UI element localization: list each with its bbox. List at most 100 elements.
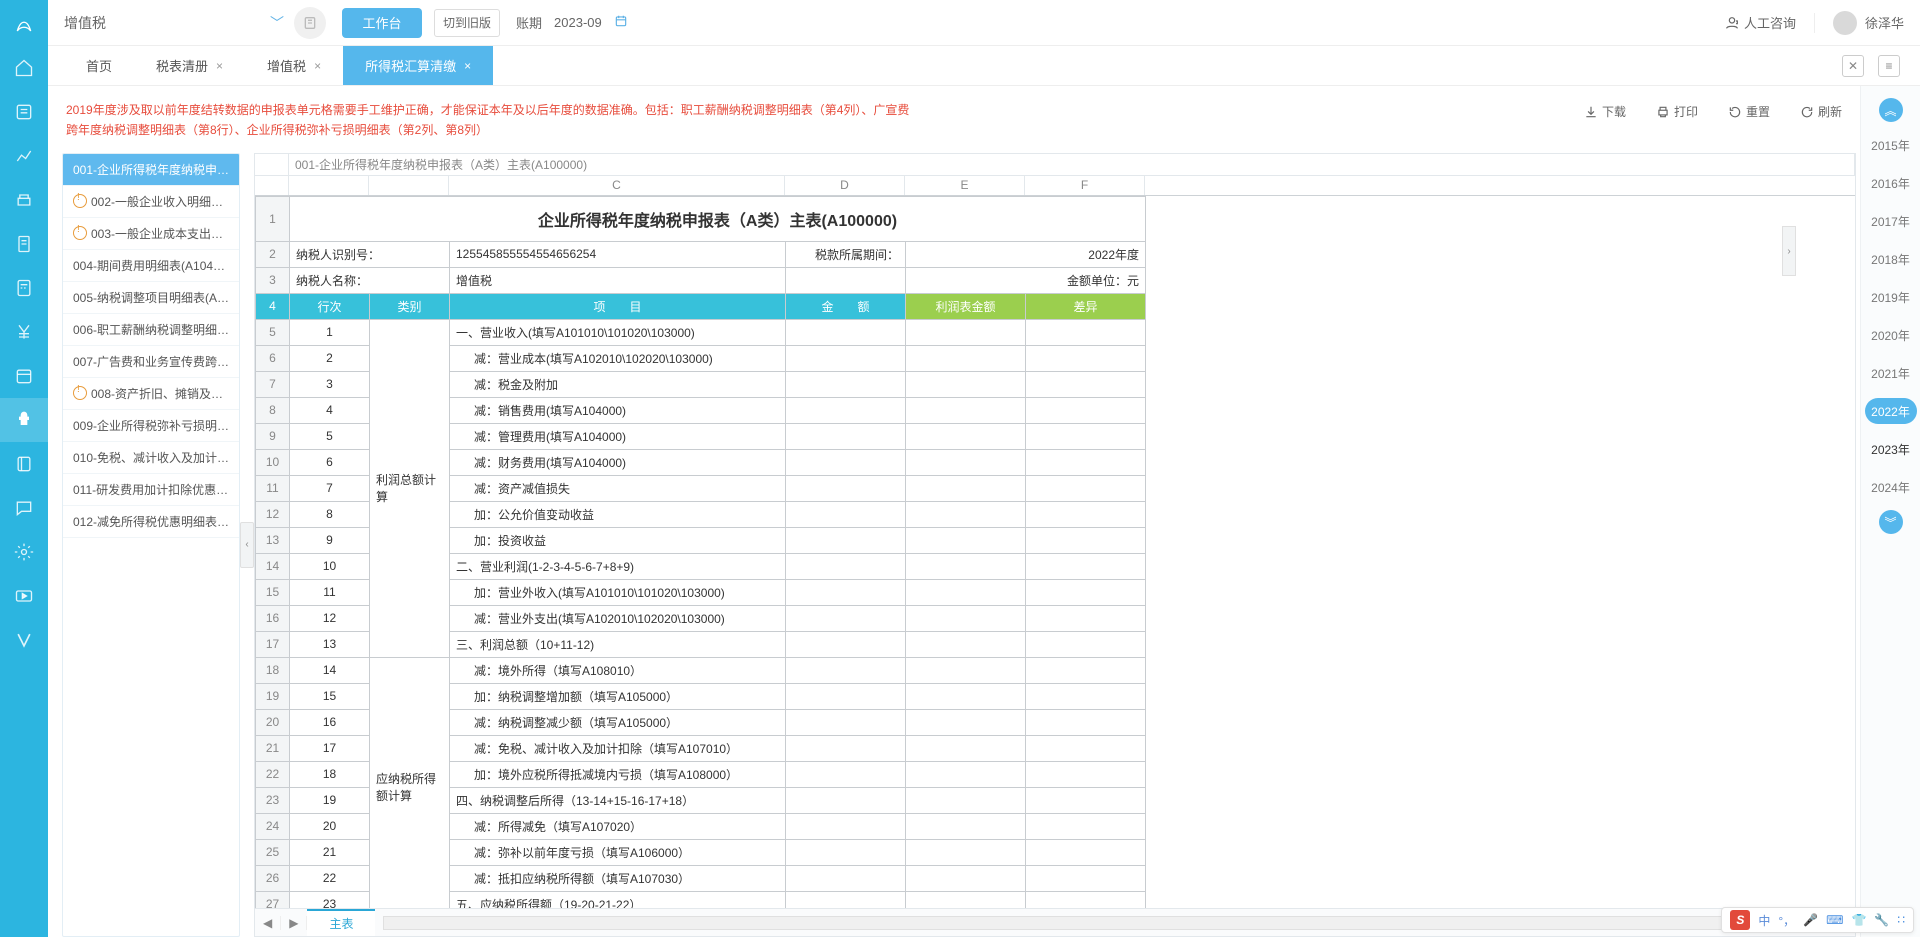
row-number: 16 (256, 605, 290, 631)
tree-item[interactable]: 003-一般企业成本支出明细… (63, 218, 239, 250)
row-number: 14 (256, 553, 290, 579)
nav-v-icon[interactable] (0, 618, 48, 662)
nav-message-icon[interactable] (0, 486, 48, 530)
user-name: 徐泽华 (1865, 13, 1904, 32)
sheet-nav-prev[interactable]: ◀ (255, 916, 281, 930)
year-2017年[interactable]: 2017年 (1861, 202, 1920, 240)
year-2024年[interactable]: 2024年 (1861, 468, 1920, 506)
tree-item[interactable]: 004-期间费用明细表(A1040… (63, 250, 239, 282)
calendar-icon[interactable] (614, 14, 628, 31)
ime-punct-icon[interactable]: °， (1778, 912, 1795, 929)
download-button[interactable]: 下载 (1584, 102, 1626, 122)
close-icon[interactable]: ✕ (1842, 55, 1864, 77)
warning-banner: 2019年度涉及取以前年度结转数据的申报表单元格需要手工维护正确，才能保证本年及… (48, 86, 1860, 141)
ime-logo-icon[interactable]: S (1730, 910, 1750, 930)
year-2023年[interactable]: 2023年 (1861, 430, 1920, 468)
ime-skin-icon[interactable]: 👕 (1851, 913, 1866, 927)
tree-item[interactable]: 011-研发费用加计扣除优惠… (63, 474, 239, 506)
row-number: 21 (256, 735, 290, 761)
ime-menu-icon[interactable]: ∷ (1897, 913, 1905, 927)
year-2018年[interactable]: 2018年 (1861, 240, 1920, 278)
tree-item[interactable]: 001-企业所得税年度纳税申… (63, 154, 239, 186)
sheet-footer: ◀ ▶ 主表 (255, 908, 1855, 936)
tree-item[interactable]: 008-资产折旧、摊销及纳税… (63, 378, 239, 410)
nav-money-icon[interactable] (0, 178, 48, 222)
nav-doc-icon[interactable] (0, 222, 48, 266)
book-icon[interactable] (294, 7, 326, 39)
year-2016年[interactable]: 2016年 (1861, 164, 1920, 202)
year-up-icon[interactable]: ︽ (1879, 98, 1903, 122)
row-number: 12 (256, 501, 290, 527)
nav-home-icon[interactable] (0, 46, 48, 90)
tab-所得税汇算清缴[interactable]: 所得税汇算清缴× (343, 46, 493, 85)
switch-old-button[interactable]: 切到旧版 (434, 9, 500, 37)
ime-mic-icon[interactable]: 🎤 (1803, 913, 1818, 927)
year-2019年[interactable]: 2019年 (1861, 278, 1920, 316)
sheet-nav-next[interactable]: ▶ (281, 916, 307, 930)
year-2021年[interactable]: 2021年 (1861, 354, 1920, 392)
year-2020年[interactable]: 2020年 (1861, 316, 1920, 354)
ime-lang[interactable]: 中 (1758, 912, 1770, 929)
tree-item[interactable]: 006-职工薪酬纳税调整明细… (63, 314, 239, 346)
tab-增值税[interactable]: 增值税× (245, 46, 343, 85)
tab-首页[interactable]: 首页 (64, 46, 134, 85)
nav-calendar-icon[interactable] (0, 354, 48, 398)
workbench-button[interactable]: 工作台 (342, 8, 422, 38)
close-icon[interactable]: × (314, 59, 321, 73)
nav-archive-icon[interactable] (0, 442, 48, 486)
nav-calc-icon[interactable] (0, 266, 48, 310)
workspace-selector[interactable]: 增值税 ﹀ (54, 13, 284, 33)
nav-settings-icon[interactable] (0, 530, 48, 574)
left-collapse[interactable]: ‹ (240, 153, 254, 937)
close-icon[interactable]: × (216, 59, 223, 73)
row-number: 23 (256, 787, 290, 813)
tree-item[interactable]: 002-一般企业收入明细表(A1… (63, 186, 239, 218)
h-scrollbar[interactable] (383, 916, 1847, 930)
right-collapse[interactable]: › (1782, 226, 1796, 276)
sheet-tab[interactable]: 主表 (307, 909, 375, 936)
left-nav (0, 0, 48, 937)
user-block[interactable]: 徐泽华 (1833, 11, 1904, 35)
year-2015年[interactable]: 2015年 (1861, 126, 1920, 164)
tab-税表清册[interactable]: 税表清册× (134, 46, 245, 85)
year-2022年[interactable]: 2022年 (1865, 398, 1917, 424)
tree-item[interactable]: 010-免税、减计收入及加计… (63, 442, 239, 474)
row-number: 22 (256, 761, 290, 787)
top-header: 增值税 ﹀ 工作台 切到旧版 账期 2023-09 人工咨询 (48, 0, 1920, 46)
tree-item[interactable]: 007-广告费和业务宣传费跨… (63, 346, 239, 378)
nav-chart-icon[interactable] (0, 134, 48, 178)
period-value[interactable]: 2023-09 (554, 15, 602, 30)
print-button[interactable]: 打印 (1656, 102, 1698, 122)
year-down-icon[interactable]: ︾ (1879, 510, 1903, 534)
tree-item[interactable]: 005-纳税调整项目明细表(A1… (63, 282, 239, 314)
row-number: 1 (256, 196, 290, 241)
tree-item[interactable]: 012-减免所得税优惠明细表(… (63, 506, 239, 538)
period-block: 账期 2023-09 (516, 13, 628, 32)
row-number: 9 (256, 423, 290, 449)
year-rail: ︽ 2015年2016年2017年2018年2019年2020年2021年 202… (1860, 86, 1920, 937)
row-number: 26 (256, 865, 290, 891)
row-number: 15 (256, 579, 290, 605)
spreadsheet: 001-企业所得税年度纳税申报表（A类）主表(A100000) C D E F (254, 153, 1856, 937)
nav-yuan-icon[interactable] (0, 310, 48, 354)
row-number: 19 (256, 683, 290, 709)
nav-video-icon[interactable] (0, 574, 48, 618)
nav-ledger-icon[interactable] (0, 90, 48, 134)
refresh-button[interactable]: 刷新 (1800, 102, 1842, 122)
table-row[interactable]: 1814应纳税所得额计算减：境外所得（填写A108010） (256, 657, 1146, 683)
ime-keyboard-icon[interactable]: ⌨ (1826, 913, 1843, 927)
app-logo (0, 6, 48, 46)
row-number: 7 (256, 371, 290, 397)
reset-button[interactable]: 重置 (1728, 102, 1770, 122)
row-number: 5 (256, 319, 290, 345)
row-number: 13 (256, 527, 290, 553)
close-icon[interactable]: × (464, 59, 471, 73)
workspace-name: 增值税 (64, 13, 106, 33)
ime-toolbox-icon[interactable]: 🔧 (1874, 913, 1889, 927)
more-icon[interactable]: ≡ (1878, 55, 1900, 77)
nav-tax-icon[interactable] (0, 398, 48, 442)
table-row[interactable]: 51利润总额计算一、营业收入(填写A101010\101020\103000) (256, 319, 1146, 345)
ime-bar: S 中 °， 🎤 ⌨ 👕 🔧 ∷ (1721, 907, 1914, 933)
manual-service-button[interactable]: 人工咨询 (1724, 13, 1796, 32)
tree-item[interactable]: 009-企业所得税弥补亏损明… (63, 410, 239, 442)
